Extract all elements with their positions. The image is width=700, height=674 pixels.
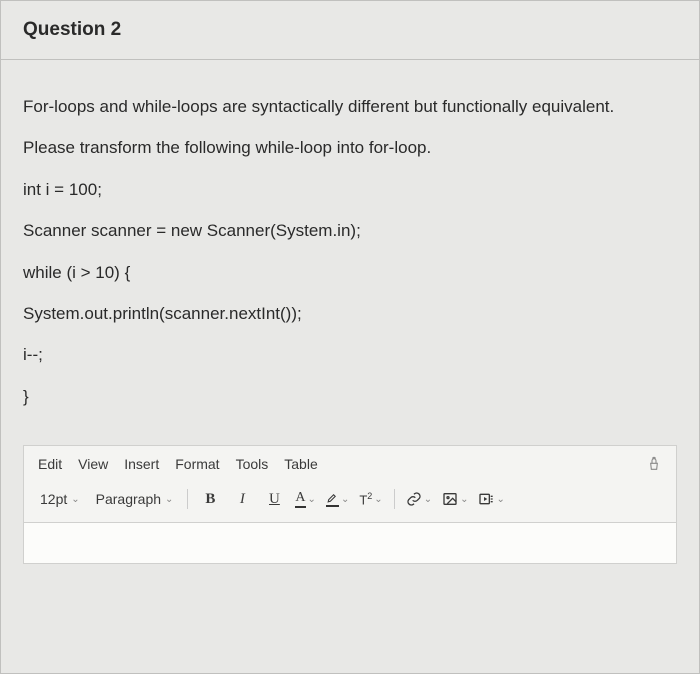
menu-table[interactable]: Table — [284, 456, 317, 472]
question-header: Question 2 — [1, 1, 699, 60]
question-body: For-loops and while-loops are syntactica… — [1, 60, 699, 437]
link-button[interactable]: ⌄ — [403, 489, 435, 509]
highlight-color-button[interactable]: ⌄ — [323, 489, 352, 509]
code-line-6: } — [23, 378, 677, 415]
code-line-4: System.out.println(scanner.nextInt()); — [23, 295, 677, 332]
chevron-down-icon: ⌄ — [424, 494, 432, 505]
chevron-down-icon: ⌄ — [308, 494, 316, 505]
chevron-down-icon: ⌄ — [460, 494, 468, 505]
superscript-icon: T2 — [359, 491, 372, 507]
editor-menu-bar: Edit View Insert Format Tools Table — [24, 446, 676, 480]
media-icon — [478, 491, 494, 507]
toolbar-separator — [187, 489, 188, 509]
bold-button[interactable]: B — [196, 486, 224, 512]
italic-button[interactable]: I — [228, 486, 256, 512]
chevron-down-icon: ⌄ — [165, 494, 173, 505]
chevron-down-icon: ⌄ — [374, 494, 382, 505]
menu-tools[interactable]: Tools — [236, 456, 269, 472]
paragraph-style-dropdown[interactable]: Paragraph ⌄ — [90, 487, 180, 511]
accessibility-icon[interactable] — [646, 456, 662, 472]
underline-button[interactable]: U — [260, 486, 288, 512]
menu-insert[interactable]: Insert — [124, 456, 159, 472]
prompt-line-1: For-loops and while-loops are syntactica… — [23, 88, 677, 125]
question-title: Question 2 — [23, 19, 677, 41]
font-size-dropdown[interactable]: 12pt ⌄ — [34, 487, 86, 511]
menu-edit[interactable]: Edit — [38, 456, 62, 472]
toolbar-separator — [394, 489, 395, 509]
code-line-2: Scanner scanner = new Scanner(System.in)… — [23, 212, 677, 249]
question-container: Question 2 For-loops and while-loops are… — [0, 0, 700, 674]
menu-format[interactable]: Format — [175, 456, 219, 472]
editor-content-area[interactable] — [24, 523, 676, 563]
menu-view[interactable]: View — [78, 456, 108, 472]
rich-text-editor: Edit View Insert Format Tools Table 12pt… — [23, 445, 677, 564]
media-button[interactable]: ⌄ — [475, 489, 507, 509]
paragraph-label: Paragraph — [96, 491, 161, 507]
text-color-icon: A — [295, 491, 305, 508]
chevron-down-icon: ⌄ — [71, 494, 79, 505]
chevron-down-icon: ⌄ — [341, 494, 349, 505]
code-line-1: int i = 100; — [23, 171, 677, 208]
font-size-label: 12pt — [40, 491, 67, 507]
image-icon — [442, 491, 458, 507]
editor-toolbar: 12pt ⌄ Paragraph ⌄ B I U A ⌄ ⌄ — [24, 480, 676, 523]
code-line-3: while (i > 10) { — [23, 254, 677, 291]
text-color-button[interactable]: A ⌄ — [292, 489, 319, 510]
link-icon — [406, 491, 422, 507]
chevron-down-icon: ⌄ — [496, 494, 504, 505]
code-line-5: i--; — [23, 336, 677, 373]
prompt-line-2: Please transform the following while-loo… — [23, 129, 677, 166]
superscript-button[interactable]: T2 ⌄ — [356, 489, 385, 509]
marker-icon — [326, 491, 339, 507]
image-button[interactable]: ⌄ — [439, 489, 471, 509]
